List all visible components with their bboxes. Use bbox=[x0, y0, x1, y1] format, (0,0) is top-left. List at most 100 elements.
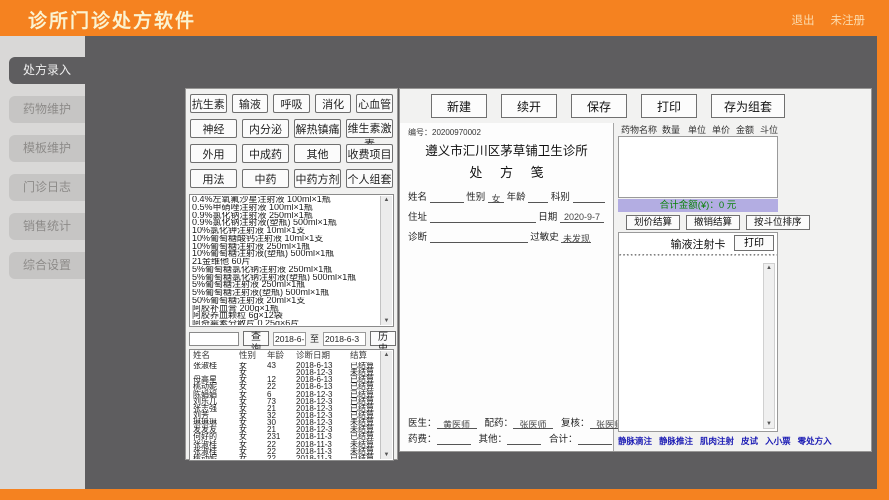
drug-list-item[interactable]: 10%氯化钾注射液 10ml×1支 bbox=[192, 227, 379, 235]
category-button[interactable]: 中药方剂 bbox=[294, 169, 341, 188]
category-button[interactable]: 收费项目 bbox=[346, 144, 393, 163]
signature-row: 医生：黄医师 配药：张医师 复核：张医师 bbox=[408, 415, 605, 429]
register-status-link[interactable]: 未注册 bbox=[831, 12, 866, 28]
drug-list-item[interactable]: 5%葡萄糖注射液 250ml×1瓶 bbox=[192, 281, 379, 289]
prescription-body[interactable] bbox=[408, 246, 605, 413]
fee-group: 药费： bbox=[408, 431, 471, 445]
drug-list-item[interactable]: 阿胶补血膏 200g×1瓶 bbox=[192, 305, 379, 313]
billing-item-list[interactable] bbox=[618, 136, 778, 198]
injection-card-print-button[interactable]: 打印 bbox=[734, 235, 774, 251]
scroll-up-icon[interactable]: ▲ bbox=[381, 197, 392, 203]
drug-list-item[interactable]: 0.4%左氧氟沙星注射液 100ml×1瓶 bbox=[192, 196, 379, 204]
dispenser-field[interactable]: 张医师 bbox=[513, 418, 553, 429]
category-button[interactable]: 个人组套 bbox=[346, 169, 393, 188]
category-button[interactable]: 输液 bbox=[232, 94, 269, 113]
quick-action-link[interactable]: 静脉滴注 bbox=[618, 435, 652, 447]
patient-table-scrollbar[interactable]: ▲ ▼ bbox=[380, 351, 392, 459]
doctor-field[interactable]: 黄医师 bbox=[437, 418, 477, 429]
diagnosis-field[interactable] bbox=[430, 232, 528, 243]
drug-list-item[interactable]: 50%葡萄糖注射液 20ml×1支 bbox=[192, 297, 379, 305]
sidebar-item[interactable]: 药物维护 bbox=[9, 96, 85, 123]
quick-action-link[interactable]: 零处方入 bbox=[798, 435, 832, 447]
sidebar-item[interactable]: 综合设置 bbox=[9, 252, 85, 279]
allergy-field[interactable]: 未发现 bbox=[561, 232, 591, 243]
injection-card-scrollbar[interactable]: ▲ ▼ bbox=[763, 263, 775, 429]
age-field[interactable] bbox=[528, 192, 548, 203]
drug-list-item[interactable]: 10%葡萄糖注射液 250ml×1瓶 bbox=[192, 243, 379, 251]
quick-action-link[interactable]: 肌肉注射 bbox=[700, 435, 734, 447]
scroll-up-icon[interactable]: ▲ bbox=[764, 265, 774, 271]
scroll-down-icon[interactable]: ▼ bbox=[764, 421, 774, 427]
gender-field[interactable]: 女 bbox=[488, 192, 504, 203]
sidebar-item[interactable]: 处方录入 bbox=[9, 57, 85, 84]
date-to-input[interactable] bbox=[323, 332, 366, 346]
scroll-down-icon[interactable]: ▼ bbox=[381, 452, 392, 458]
patient-search-input[interactable] bbox=[189, 332, 239, 346]
other-group: 其他： bbox=[479, 431, 542, 445]
drug-list-item[interactable]: 21金维他 60片 bbox=[192, 258, 379, 266]
patient-row[interactable]: 桃动妮 女 22 2018-11-3 已结算 bbox=[193, 455, 379, 459]
scroll-up-icon[interactable]: ▲ bbox=[381, 352, 392, 358]
scroll-down-icon[interactable]: ▼ bbox=[381, 318, 392, 324]
quick-action-link[interactable]: 皮试 bbox=[741, 435, 758, 447]
toolbar-button[interactable]: 保存 bbox=[571, 94, 627, 118]
drug-list-item[interactable]: 0.5%甲硝唑注射液 100ml×1瓶 bbox=[192, 204, 379, 212]
category-button[interactable]: 神经 bbox=[190, 119, 237, 138]
category-button[interactable]: 中药 bbox=[242, 169, 289, 188]
category-button[interactable]: 其他 bbox=[294, 144, 341, 163]
category-button[interactable]: 外用 bbox=[190, 144, 237, 163]
query-button[interactable]: 查询 bbox=[243, 331, 269, 346]
sidebar-item[interactable]: 销售统计 bbox=[9, 213, 85, 240]
date-field[interactable]: 2020-9-7 bbox=[560, 212, 604, 223]
category-button[interactable]: 中成药 bbox=[242, 144, 289, 163]
category-button[interactable]: 呼吸 bbox=[273, 94, 310, 113]
name-label: 姓名 bbox=[408, 192, 427, 203]
drug-list-item[interactable]: 10%葡萄糖酸钙注射液 10ml×1支 bbox=[192, 235, 379, 243]
category-row: 神经内分泌解热镇痛维生素激素 bbox=[190, 119, 393, 138]
category-button[interactable]: 消化 bbox=[315, 94, 352, 113]
drug-list-item[interactable]: 阿胶养血颗粒 6g×12袋 bbox=[192, 312, 379, 320]
other-fee-field[interactable] bbox=[507, 434, 541, 445]
toolbar-button[interactable]: 新建 bbox=[431, 94, 487, 118]
toolbar-button[interactable]: 打印 bbox=[641, 94, 697, 118]
settle-button[interactable]: 划价结算 bbox=[626, 215, 680, 230]
billing-panel: 药物名称 数量 单位 单价 金额 斗位 合计金额(¥)：0 元 划价结算撤销结算… bbox=[614, 123, 871, 451]
category-button[interactable]: 内分泌 bbox=[242, 119, 289, 138]
total-fee-field[interactable] bbox=[578, 434, 612, 445]
drug-list: 0.4%左氧氟沙星注射液 100ml×1瓶0.5%甲硝唑注射液 100ml×1瓶… bbox=[189, 194, 394, 327]
drug-list-item[interactable]: 0.9%氯化钠注射液 250ml×1瓶 bbox=[192, 212, 379, 220]
injection-card-body[interactable]: ▲ ▼ bbox=[619, 261, 777, 431]
drug-list-item[interactable]: 5%葡萄糖氯化钠注射液(塑瓶) 500ml×1瓶 bbox=[192, 274, 379, 282]
bottom-edge-strip bbox=[0, 489, 889, 500]
prescription-number-label: 编号： bbox=[408, 128, 432, 137]
date-from-input[interactable] bbox=[273, 332, 306, 346]
dept-field[interactable] bbox=[573, 192, 605, 203]
column-header-unit: 单位 bbox=[688, 123, 712, 136]
quick-action-link[interactable]: 静脉推注 bbox=[659, 435, 693, 447]
sidebar-item[interactable]: 模板维护 bbox=[9, 135, 85, 162]
category-button[interactable]: 心血管 bbox=[356, 94, 393, 113]
category-button[interactable]: 维生素激素 bbox=[346, 119, 393, 138]
drug-list-item[interactable]: 0.9%氯化钠注射液(塑瓶) 500ml×1瓶 bbox=[192, 219, 379, 227]
logout-link[interactable]: 退出 bbox=[792, 12, 815, 28]
address-field[interactable] bbox=[430, 212, 536, 223]
quick-action-link[interactable]: 入小票 bbox=[765, 435, 791, 447]
category-button[interactable]: 用法 bbox=[190, 169, 237, 188]
category-button[interactable]: 解热镇痛 bbox=[294, 119, 341, 138]
drug-list-scrollbar[interactable]: ▲ ▼ bbox=[380, 196, 392, 325]
settle-button[interactable]: 撤销结算 bbox=[686, 215, 740, 230]
drug-list-item[interactable]: 阿奇霉素分散片 0.25g×6片 bbox=[192, 320, 379, 325]
settle-button[interactable]: 按斗位排序 bbox=[746, 215, 810, 230]
category-button[interactable]: 抗生素 bbox=[190, 94, 227, 113]
toolbar-button[interactable]: 存为组套 bbox=[711, 94, 785, 118]
total-amount-bar: 合计金额(¥)：0 元 bbox=[618, 199, 778, 212]
fee-field[interactable] bbox=[437, 434, 471, 445]
drug-list-item[interactable]: 5%葡萄糖注射液(塑瓶) 500ml×1瓶 bbox=[192, 289, 379, 297]
drug-list-item[interactable]: 5%葡萄糖氯化钠注射液 250ml×1瓶 bbox=[192, 266, 379, 274]
name-field[interactable] bbox=[430, 192, 464, 203]
drug-list-item[interactable]: 10%葡萄糖注射液(塑瓶) 500ml×1瓶 bbox=[192, 250, 379, 258]
toolbar-button[interactable]: 续开 bbox=[501, 94, 557, 118]
history-prescriptions-button[interactable]: 历史处方 bbox=[370, 331, 396, 346]
sidebar-item[interactable]: 门诊日志 bbox=[9, 174, 85, 201]
allergy-label: 过敏史 bbox=[530, 232, 559, 243]
